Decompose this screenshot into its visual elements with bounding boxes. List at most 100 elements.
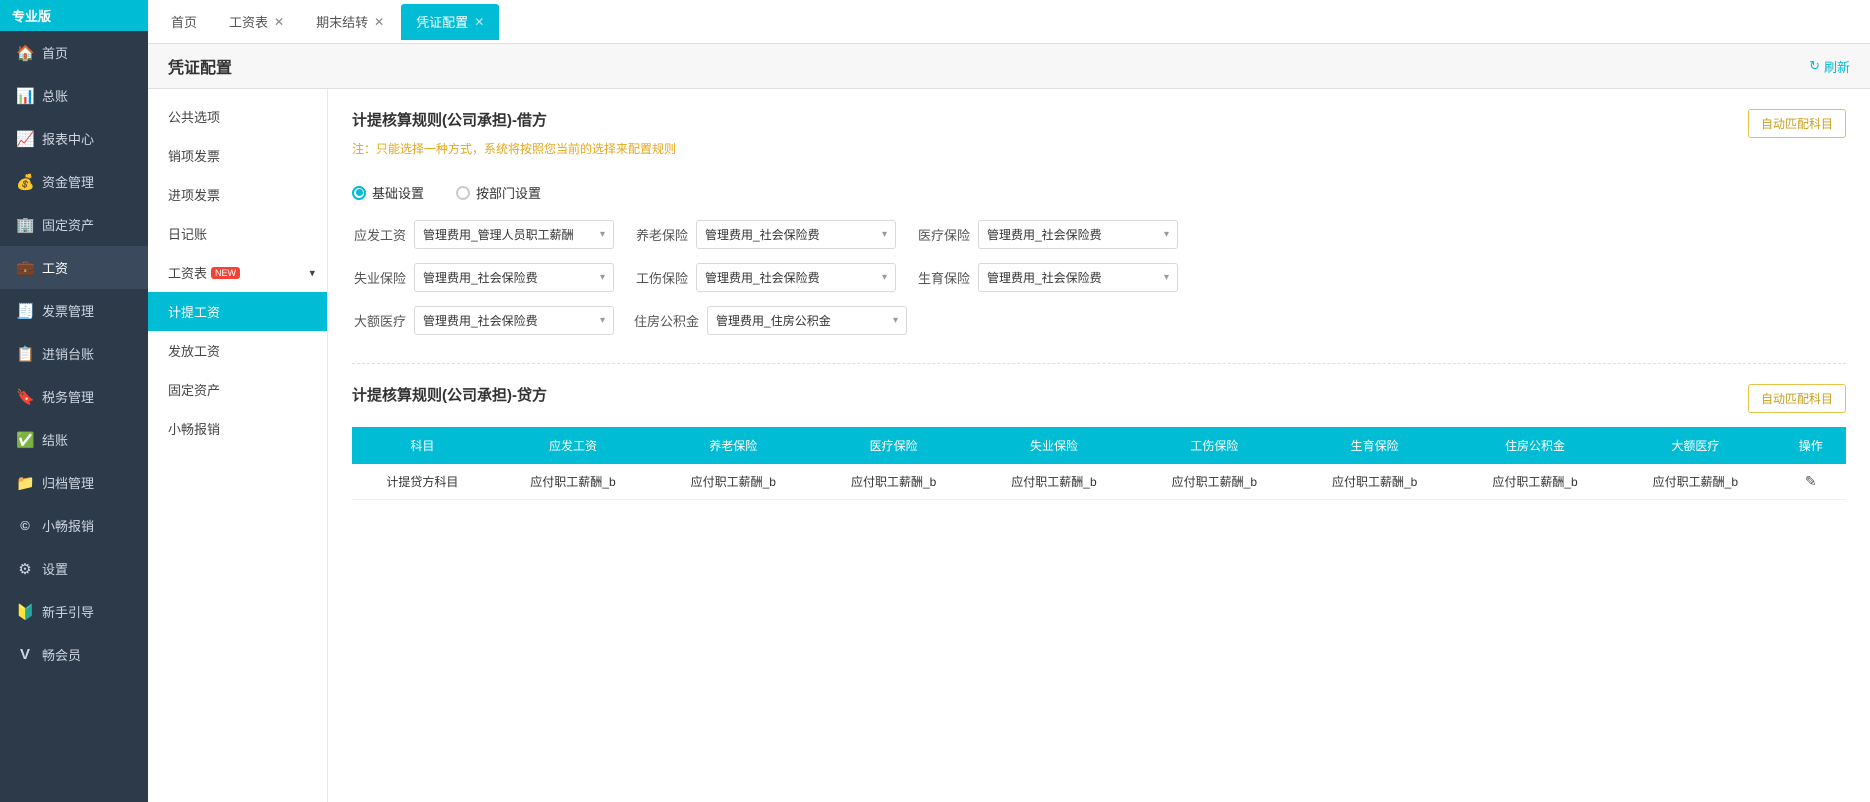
field-daeyiliao: 大额医疗 管理费用_社会保险费 ▾ — [352, 306, 614, 335]
field-shiye: 失业保险 管理费用_社会保险费 ▾ — [352, 263, 614, 292]
select-yingfa-gongzi[interactable]: 管理费用_管理人员职工薪酬 ▾ — [414, 220, 614, 249]
radio-basic-label: 基础设置 — [372, 183, 424, 202]
sub-nav-purchase-invoice[interactable]: 进项发票 — [148, 175, 327, 214]
select-arrow-7: ▾ — [600, 315, 605, 326]
credit-auto-match-button[interactable]: 自动匹配科目 — [1748, 384, 1846, 413]
field-gongjijin: 住房公积金 管理费用_住房公积金 ▾ — [634, 306, 907, 335]
field-shengyu: 生育保险 管理费用_社会保险费 ▾ — [916, 263, 1178, 292]
tax-icon: 🔖 — [16, 388, 34, 406]
sub-nav-journal[interactable]: 日记账 — [148, 214, 327, 253]
select-gongjijin[interactable]: 管理费用_住房公积金 ▾ — [707, 306, 907, 335]
sidebar-item-archive[interactable]: 📁 归档管理 — [0, 461, 148, 504]
sidebar-label-xcreport: 小畅报销 — [42, 516, 94, 535]
sub-nav-public[interactable]: 公共选项 — [148, 97, 327, 136]
table-header-row: 科目 应发工资 养老保险 医疗保险 失业保险 工伤保险 生育保险 住房公积金 大… — [352, 427, 1846, 464]
sub-nav-calc-salary[interactable]: 计提工资 — [148, 292, 327, 331]
td-subject: 计提贷方科目 — [352, 464, 493, 500]
td-yiliao: 应付职工薪酬_b — [813, 464, 973, 500]
sidebar-item-salary[interactable]: 💼 工资 — [0, 246, 148, 289]
credit-section-title: 计提核算规则(公司承担)-贷方 — [352, 384, 547, 405]
sidebar-item-ledger[interactable]: 📊 总账 — [0, 74, 148, 117]
select-shengyu[interactable]: 管理费用_社会保险费 ▾ — [978, 263, 1178, 292]
ledger-icon: 📊 — [16, 87, 34, 105]
select-arrow-4: ▾ — [600, 272, 605, 283]
td-gongshang: 应付职工薪酬_b — [1134, 464, 1294, 500]
sidebar-label-sales: 进销台账 — [42, 344, 94, 363]
sidebar-item-guide[interactable]: 🔰 新手引导 — [0, 590, 148, 633]
th-gongjijin: 住房公积金 — [1455, 427, 1615, 464]
sidebar-item-funds[interactable]: 💰 资金管理 — [0, 160, 148, 203]
tab-period[interactable]: 期末结转 ✕ — [301, 4, 399, 40]
sidebar-item-close[interactable]: ✅ 结账 — [0, 418, 148, 461]
debit-section: 计提核算规则(公司承担)-借方 注：只能选择一种方式，系统将按照您当前的选择来配… — [352, 109, 1846, 335]
select-arrow-3: ▾ — [1164, 229, 1169, 240]
invoice-icon: 🧾 — [16, 302, 34, 320]
debit-section-header: 计提核算规则(公司承担)-借方 注：只能选择一种方式，系统将按照您当前的选择来配… — [352, 109, 1846, 171]
refresh-button[interactable]: ↻ 刷新 — [1809, 57, 1850, 76]
xcreport-icon: © — [16, 518, 34, 533]
page-header: 凭证配置 ↻ 刷新 — [148, 44, 1870, 89]
sidebar-item-settings[interactable]: ⚙ 设置 — [0, 547, 148, 590]
sub-nav-sales-invoice[interactable]: 销项发票 — [148, 136, 327, 175]
label-gongshang: 工伤保险 — [634, 268, 688, 287]
td-yingfa: 应付职工薪酬_b — [493, 464, 653, 500]
sidebar-item-report[interactable]: 📈 报表中心 — [0, 117, 148, 160]
field-yiliao: 医疗保险 管理费用_社会保险费 ▾ — [916, 220, 1178, 249]
radio-dept[interactable]: 按部门设置 — [456, 183, 541, 202]
sub-nav-xcreport2[interactable]: 小畅报销 — [148, 409, 327, 448]
sidebar-item-home[interactable]: 🏠 首页 — [0, 31, 148, 74]
sub-nav-payroll-table[interactable]: 工资表 NEW ▾ — [148, 253, 327, 292]
expand-icon: ▾ — [309, 266, 315, 279]
sidebar-item-sales[interactable]: 📋 进销台账 — [0, 332, 148, 375]
select-gongshang[interactable]: 管理费用_社会保险费 ▾ — [696, 263, 896, 292]
radio-dept-circle — [456, 186, 470, 200]
sub-nav-fixed-assets[interactable]: 固定资产 — [148, 370, 327, 409]
radio-basic[interactable]: 基础设置 — [352, 183, 424, 202]
select-yiliao[interactable]: 管理费用_社会保险费 ▾ — [978, 220, 1178, 249]
sidebar-label-close: 结账 — [42, 430, 68, 449]
sidebar-label-salary: 工资 — [42, 258, 68, 277]
label-gongjijin: 住房公积金 — [634, 311, 699, 330]
tab-voucher[interactable]: 凭证配置 ✕ — [401, 4, 499, 40]
label-shiye: 失业保险 — [352, 268, 406, 287]
tab-period-close[interactable]: ✕ — [374, 15, 384, 29]
tab-payroll-close[interactable]: ✕ — [274, 15, 284, 29]
tab-payroll-label: 工资表 — [229, 12, 268, 31]
label-yingfa-gongzi: 应发工资 — [352, 225, 406, 244]
close-account-icon: ✅ — [16, 431, 34, 449]
sub-nav: 公共选项 销项发票 进项发票 日记账 工资表 NEW ▾ 计提工资 发放工资 — [148, 89, 328, 802]
th-daeyiliao: 大额医疗 — [1615, 427, 1775, 464]
sidebar-item-member[interactable]: V 畅会员 — [0, 633, 148, 676]
sidebar-label-guide: 新手引导 — [42, 602, 94, 621]
th-yanglao: 养老保险 — [653, 427, 813, 464]
main-content: 计提核算规则(公司承担)-借方 注：只能选择一种方式，系统将按照您当前的选择来配… — [328, 89, 1870, 802]
sidebar-item-xcreport[interactable]: © 小畅报销 — [0, 504, 148, 547]
td-daeyiliao: 应付职工薪酬_b — [1615, 464, 1775, 500]
debit-auto-match-button[interactable]: 自动匹配科目 — [1748, 109, 1846, 138]
sidebar-item-assets[interactable]: 🏢 固定资产 — [0, 203, 148, 246]
guide-icon: 🔰 — [16, 603, 34, 621]
select-arrow-5: ▾ — [882, 272, 887, 283]
debit-form-row-2: 失业保险 管理费用_社会保险费 ▾ 工伤保险 管理费用_社会保险费 ▾ — [352, 263, 1846, 292]
select-yanglao[interactable]: 管理费用_社会保险费 ▾ — [696, 220, 896, 249]
salary-icon: 💼 — [16, 259, 34, 277]
credit-table: 科目 应发工资 养老保险 医疗保险 失业保险 工伤保险 生育保险 住房公积金 大… — [352, 427, 1846, 500]
field-yanglao: 养老保险 管理费用_社会保险费 ▾ — [634, 220, 896, 249]
sidebar-item-tax[interactable]: 🔖 税务管理 — [0, 375, 148, 418]
tab-payroll[interactable]: 工资表 ✕ — [214, 4, 299, 40]
archive-icon: 📁 — [16, 474, 34, 492]
select-shiye[interactable]: 管理费用_社会保险费 ▾ — [414, 263, 614, 292]
tab-voucher-close[interactable]: ✕ — [474, 15, 484, 29]
main-area: 首页 工资表 ✕ 期末结转 ✕ 凭证配置 ✕ 凭证配置 ↻ 刷新 公共选项 — [148, 0, 1870, 802]
edit-icon[interactable]: ✎ — [1805, 473, 1817, 489]
td-gongjijin: 应付职工薪酬_b — [1455, 464, 1615, 500]
th-yiliao: 医疗保险 — [813, 427, 973, 464]
sub-nav-pay-salary[interactable]: 发放工资 — [148, 331, 327, 370]
select-daeyiliao[interactable]: 管理费用_社会保险费 ▾ — [414, 306, 614, 335]
tab-bar: 首页 工资表 ✕ 期末结转 ✕ 凭证配置 ✕ — [148, 0, 1870, 44]
radio-dept-label: 按部门设置 — [476, 183, 541, 202]
tab-home[interactable]: 首页 — [156, 4, 212, 40]
sidebar-item-invoice[interactable]: 🧾 发票管理 — [0, 289, 148, 332]
sales-icon: 📋 — [16, 345, 34, 363]
debit-section-title: 计提核算规则(公司承担)-借方 — [352, 109, 676, 130]
